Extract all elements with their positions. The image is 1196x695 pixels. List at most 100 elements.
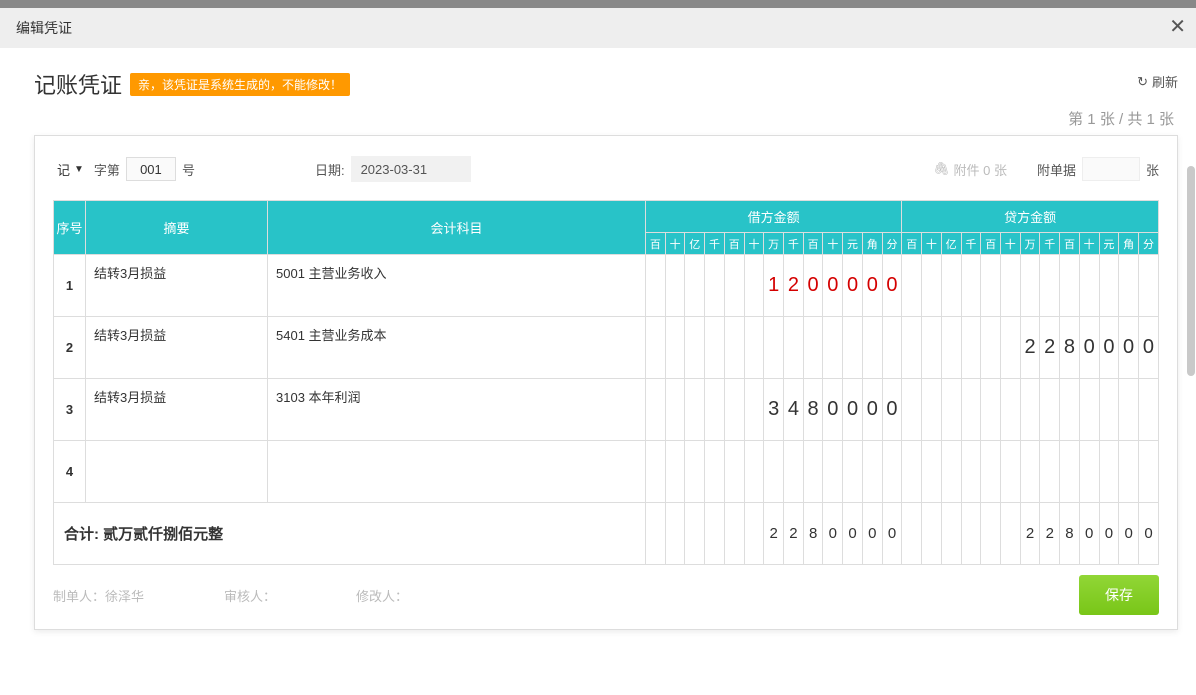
digit-cell[interactable]: 0 xyxy=(882,503,902,565)
digit-cell[interactable] xyxy=(1138,441,1158,503)
digit-cell[interactable] xyxy=(941,255,961,317)
digit-cell[interactable] xyxy=(724,379,744,441)
digit-cell[interactable] xyxy=(902,441,922,503)
digit-cell[interactable] xyxy=(862,317,882,379)
digit-cell[interactable]: 3 xyxy=(764,379,784,441)
digit-cell[interactable] xyxy=(882,441,902,503)
digit-cell[interactable] xyxy=(961,255,981,317)
refresh-button[interactable]: ↻ 刷新 xyxy=(1137,72,1178,91)
digit-cell[interactable] xyxy=(961,379,981,441)
digit-cell[interactable] xyxy=(823,441,843,503)
digit-cell[interactable] xyxy=(685,379,705,441)
row-summary[interactable] xyxy=(86,441,268,503)
save-button[interactable]: 保存 xyxy=(1079,575,1159,615)
digit-cell[interactable] xyxy=(902,379,922,441)
digit-cell[interactable]: 0 xyxy=(1138,317,1158,379)
digit-cell[interactable] xyxy=(862,441,882,503)
digit-cell[interactable] xyxy=(1020,255,1040,317)
digit-cell[interactable] xyxy=(941,441,961,503)
row-summary[interactable]: 结转3月损益 xyxy=(86,255,268,317)
digit-cell[interactable] xyxy=(981,379,1001,441)
digit-cell[interactable] xyxy=(941,379,961,441)
digit-cell[interactable]: 0 xyxy=(882,379,902,441)
digit-cell[interactable] xyxy=(744,255,764,317)
digit-cell[interactable] xyxy=(1040,255,1060,317)
digit-cell[interactable] xyxy=(1099,379,1119,441)
digit-cell[interactable]: 4 xyxy=(784,379,804,441)
digit-cell[interactable] xyxy=(1119,255,1139,317)
digit-cell[interactable]: 0 xyxy=(1119,503,1139,565)
digit-cell[interactable]: 2 xyxy=(784,255,804,317)
digit-cell[interactable] xyxy=(981,441,1001,503)
digit-cell[interactable]: 0 xyxy=(1079,317,1099,379)
row-account[interactable]: 5401 主营业务成本 xyxy=(268,317,646,379)
digit-cell[interactable] xyxy=(882,317,902,379)
digit-cell[interactable] xyxy=(646,441,666,503)
digit-cell[interactable] xyxy=(665,255,685,317)
digit-cell[interactable] xyxy=(764,317,784,379)
digit-cell[interactable] xyxy=(803,317,823,379)
digit-cell[interactable] xyxy=(724,255,744,317)
digit-cell[interactable] xyxy=(922,255,942,317)
date-input[interactable]: 2023-03-31 xyxy=(351,156,471,182)
voucher-number-input[interactable]: 001 xyxy=(126,157,176,181)
digit-cell[interactable] xyxy=(1119,379,1139,441)
digit-cell[interactable] xyxy=(803,441,823,503)
digit-cell[interactable] xyxy=(646,317,666,379)
digit-cell[interactable] xyxy=(922,441,942,503)
digit-cell[interactable]: 0 xyxy=(823,503,843,565)
digit-cell[interactable]: 0 xyxy=(1119,317,1139,379)
digit-cell[interactable] xyxy=(665,441,685,503)
digit-cell[interactable] xyxy=(744,379,764,441)
digit-cell[interactable] xyxy=(1020,441,1040,503)
digit-cell[interactable]: 0 xyxy=(1099,503,1119,565)
digit-cell[interactable] xyxy=(902,503,922,565)
digit-cell[interactable]: 0 xyxy=(862,379,882,441)
digit-cell[interactable] xyxy=(764,441,784,503)
digit-cell[interactable] xyxy=(823,317,843,379)
digit-cell[interactable] xyxy=(1099,441,1119,503)
row-summary[interactable]: 结转3月损益 xyxy=(86,379,268,441)
digit-cell[interactable] xyxy=(705,441,725,503)
digit-cell[interactable]: 0 xyxy=(823,255,843,317)
digit-cell[interactable]: 0 xyxy=(843,255,863,317)
digit-cell[interactable] xyxy=(665,317,685,379)
digit-cell[interactable] xyxy=(941,503,961,565)
digit-cell[interactable] xyxy=(665,503,685,565)
digit-cell[interactable] xyxy=(665,379,685,441)
digit-cell[interactable] xyxy=(705,503,725,565)
attachment-link[interactable]: 🖇 附件 0 张 xyxy=(933,160,1007,179)
digit-cell[interactable] xyxy=(685,317,705,379)
digit-cell[interactable] xyxy=(902,317,922,379)
digit-cell[interactable]: 2 xyxy=(784,503,804,565)
digit-cell[interactable] xyxy=(1040,441,1060,503)
digit-cell[interactable] xyxy=(685,503,705,565)
digit-cell[interactable]: 2 xyxy=(1020,503,1040,565)
digit-cell[interactable]: 2 xyxy=(764,503,784,565)
digit-cell[interactable]: 2 xyxy=(1040,317,1060,379)
digit-cell[interactable] xyxy=(724,503,744,565)
digit-cell[interactable] xyxy=(922,503,942,565)
digit-cell[interactable] xyxy=(1020,379,1040,441)
digit-cell[interactable] xyxy=(981,255,1001,317)
digit-cell[interactable] xyxy=(961,503,981,565)
digit-cell[interactable] xyxy=(1079,255,1099,317)
digit-cell[interactable] xyxy=(922,379,942,441)
digit-cell[interactable] xyxy=(724,317,744,379)
digit-cell[interactable] xyxy=(1000,441,1020,503)
attach-count-input[interactable] xyxy=(1082,157,1140,181)
digit-cell[interactable]: 0 xyxy=(843,503,863,565)
digit-cell[interactable] xyxy=(1138,255,1158,317)
digit-cell[interactable]: 2 xyxy=(1040,503,1060,565)
digit-cell[interactable] xyxy=(1099,255,1119,317)
digit-cell[interactable]: 2 xyxy=(1020,317,1040,379)
voucher-type-dropdown[interactable]: 记 ▼ xyxy=(53,160,88,179)
digit-cell[interactable] xyxy=(685,255,705,317)
digit-cell[interactable] xyxy=(705,317,725,379)
digit-cell[interactable] xyxy=(784,441,804,503)
digit-cell[interactable]: 8 xyxy=(803,503,823,565)
digit-cell[interactable] xyxy=(1060,441,1080,503)
digit-cell[interactable] xyxy=(705,255,725,317)
row-summary[interactable]: 结转3月损益 xyxy=(86,317,268,379)
row-account[interactable] xyxy=(268,441,646,503)
